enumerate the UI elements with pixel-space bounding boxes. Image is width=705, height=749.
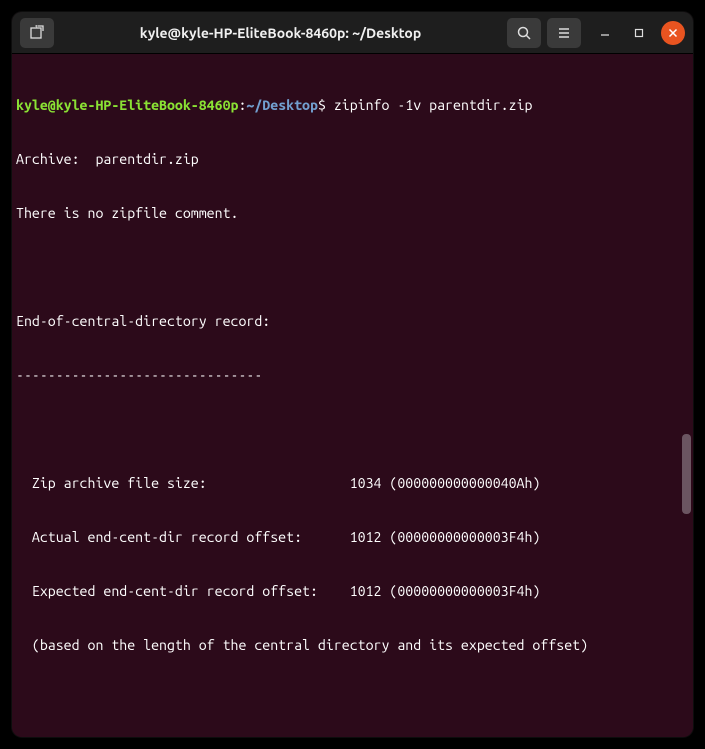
menu-button[interactable]	[547, 18, 581, 48]
scrollbar-thumb[interactable]	[682, 434, 691, 514]
new-tab-button[interactable]	[20, 18, 54, 48]
minimize-icon	[600, 28, 610, 38]
prompt-path: ~/Desktop	[246, 97, 318, 113]
output-line: Actual end-cent-dir record offset: 1012 …	[16, 528, 689, 546]
new-tab-icon	[29, 25, 45, 41]
search-button[interactable]	[507, 18, 541, 48]
output-line	[16, 258, 689, 276]
maximize-button[interactable]	[627, 21, 651, 45]
prompt-user: kyle@kyle-HP-EliteBook-8460p	[16, 97, 238, 113]
output-line: End-of-central-directory record:	[16, 312, 689, 330]
prompt-line: kyle@kyle-HP-EliteBook-8460p:~/Desktop$ …	[16, 96, 689, 114]
hamburger-icon	[556, 25, 572, 41]
minimize-button[interactable]	[593, 21, 617, 45]
output-line: Archive: parentdir.zip	[16, 150, 689, 168]
search-icon	[516, 25, 532, 41]
close-icon	[668, 28, 678, 38]
terminal-window: kyle@kyle-HP-EliteBook-8460p: ~/Desktop	[12, 12, 693, 737]
output-line: There is no zipfile comment.	[16, 204, 689, 222]
command: zipinfo -1v parentdir.zip	[334, 97, 533, 113]
output-line: Expected end-cent-dir record offset: 101…	[16, 582, 689, 600]
close-button[interactable]	[661, 21, 685, 45]
titlebar: kyle@kyle-HP-EliteBook-8460p: ~/Desktop	[12, 12, 693, 54]
terminal-content[interactable]: kyle@kyle-HP-EliteBook-8460p:~/Desktop$ …	[12, 54, 693, 737]
window-title: kyle@kyle-HP-EliteBook-8460p: ~/Desktop	[60, 25, 501, 41]
maximize-icon	[634, 28, 644, 38]
output-line: (based on the length of the central dire…	[16, 636, 689, 654]
window-controls	[587, 21, 685, 45]
output-line: Zip archive file size: 1034 (00000000000…	[16, 474, 689, 492]
output-line: -------------------------------	[16, 366, 689, 384]
output-line	[16, 420, 689, 438]
prompt-dollar: $	[318, 97, 334, 113]
output-line	[16, 690, 689, 708]
